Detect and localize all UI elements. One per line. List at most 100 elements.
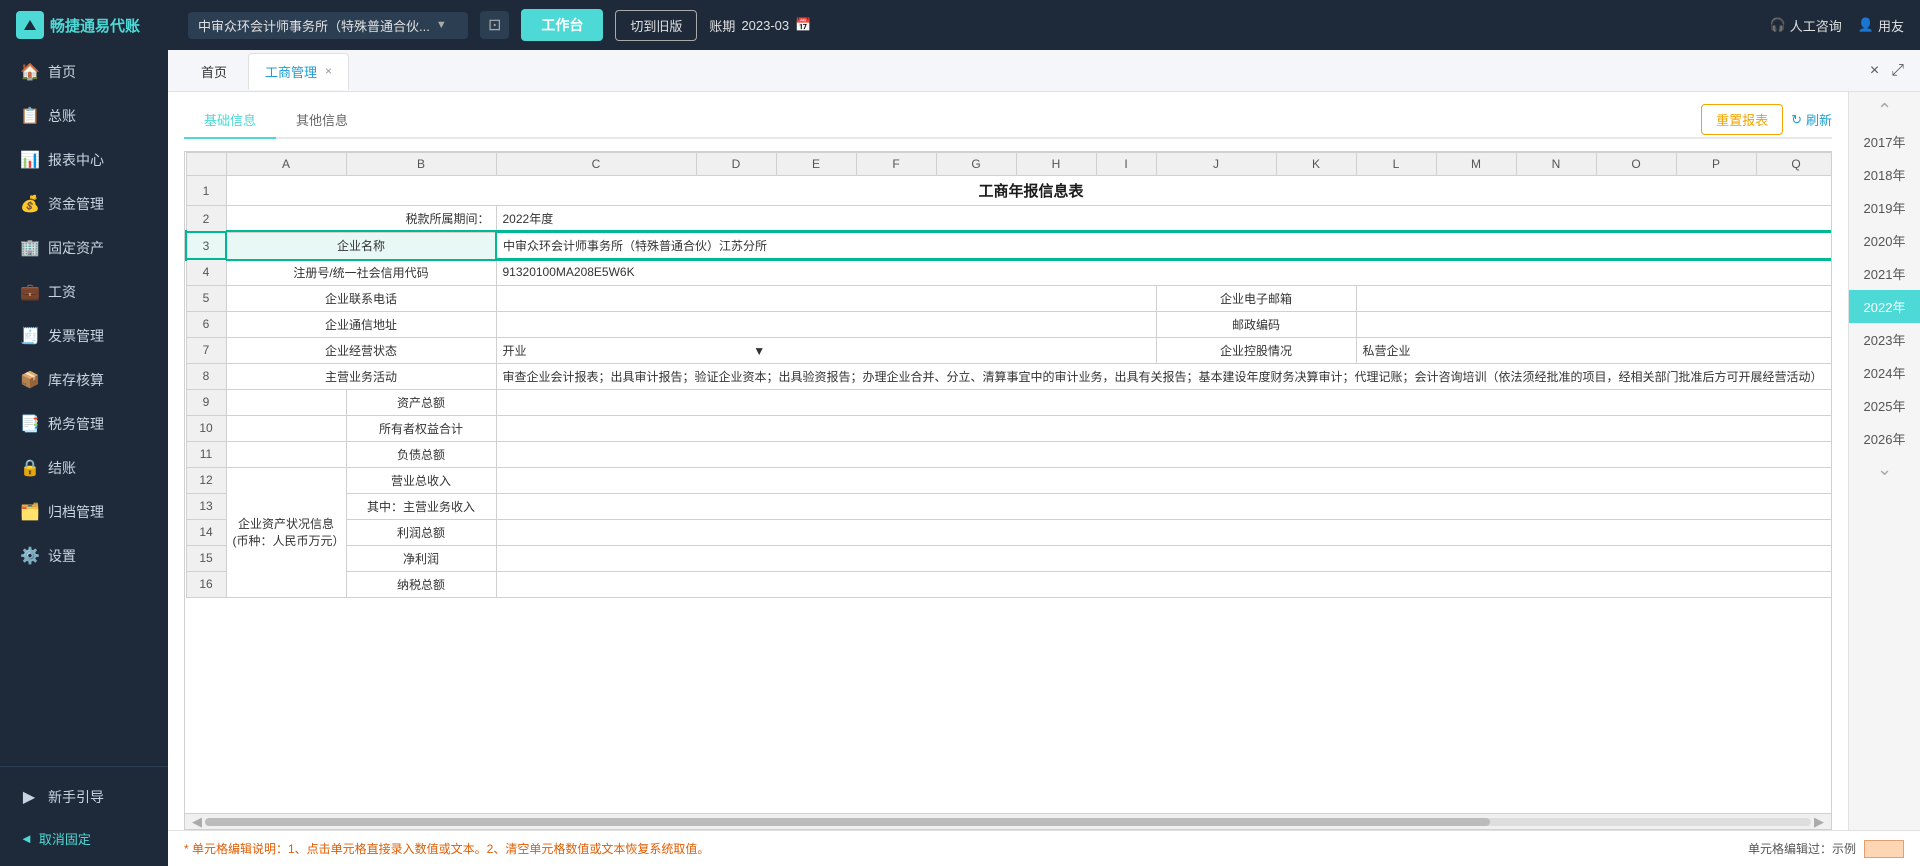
- scrollbar-thumb[interactable]: [205, 818, 1490, 826]
- bottom-bar-right: 单元格编辑过：示例: [1748, 840, 1904, 858]
- scroll-left-arrow[interactable]: ◀: [189, 814, 205, 830]
- liabilities-cell[interactable]: [496, 441, 1831, 467]
- company-name-cell[interactable]: 中审众环会计师事务所（特殊普通合伙）江苏分所: [496, 232, 1831, 259]
- status-cell[interactable]: 开业 ▼: [496, 337, 1156, 363]
- table-row: 4 注册号/统一社会信用代码 91320100MA208E5W6K: [186, 259, 1831, 285]
- business-cell[interactable]: 审查企业会计报表；出具审计报告；验证企业资本；出具验资报告；办理企业合并、分立、…: [496, 363, 1831, 389]
- refresh-button[interactable]: ↻ 刷新: [1791, 110, 1832, 129]
- address-cell[interactable]: [496, 311, 1156, 337]
- year-item-2026[interactable]: 2026年: [1849, 422, 1920, 455]
- scrollbar-track[interactable]: [205, 818, 1811, 826]
- sidebar-label-archive: 归档管理: [48, 502, 104, 522]
- table-row: 10 所有者权益合计: [186, 415, 1831, 441]
- workbench-button[interactable]: 工作台: [521, 9, 603, 41]
- sidebar-item-fixed-assets[interactable]: 🏢 固定资产: [0, 226, 168, 270]
- assets-group-label: 企业资产状况信息(币种：人民币万元）: [226, 467, 346, 597]
- year-item-2023[interactable]: 2023年: [1849, 323, 1920, 356]
- total-tax-cell[interactable]: [496, 571, 1831, 597]
- net-profit-cell[interactable]: [496, 545, 1831, 571]
- col-header-c: C: [496, 153, 696, 176]
- period-value-cell[interactable]: 2022年度: [496, 206, 1831, 233]
- total-assets-label: 资产总额: [346, 389, 496, 415]
- pin-label: 取消固定: [39, 829, 91, 848]
- calendar-icon[interactable]: 📅: [795, 17, 811, 33]
- year-item-2022[interactable]: 2022年: [1849, 290, 1920, 323]
- table-row: 14 利润总额: [186, 519, 1831, 545]
- sidebar-label-tax: 税务管理: [48, 414, 104, 434]
- service-button[interactable]: 🎧 人工咨询: [1770, 16, 1842, 35]
- equity-cell[interactable]: [496, 415, 1831, 441]
- pin-icon: ◄: [20, 831, 33, 846]
- sidebar-item-capital[interactable]: 💰 资金管理: [0, 182, 168, 226]
- sidebar-item-payroll[interactable]: 💼 工资: [0, 270, 168, 314]
- revenue-cell[interactable]: [496, 467, 1831, 493]
- panel-down-arrow[interactable]: ⌄: [1877, 455, 1892, 484]
- table-row: 15 净利润: [186, 545, 1831, 571]
- window-close-button[interactable]: ×: [1870, 62, 1879, 80]
- year-item-2025[interactable]: 2025年: [1849, 389, 1920, 422]
- liabilities-group-empty: [226, 441, 346, 467]
- user-area[interactable]: 👤 用友: [1858, 16, 1904, 35]
- table-title-cell[interactable]: 工商年报信息表: [226, 176, 1831, 206]
- sidebar-item-archive[interactable]: 🗂️ 归档管理: [0, 490, 168, 534]
- sidebar-pin-button[interactable]: ◄ 取消固定: [0, 819, 168, 858]
- sub-tab-basic[interactable]: 基础信息: [184, 102, 276, 139]
- old-version-button[interactable]: 切到旧版: [615, 10, 697, 41]
- sidebar-item-close[interactable]: 🔒 结账: [0, 446, 168, 490]
- sub-tabs: 基础信息 其他信息: [184, 102, 1832, 139]
- sidebar-item-inventory[interactable]: 📦 库存核算: [0, 358, 168, 402]
- total-profit-cell[interactable]: [496, 519, 1831, 545]
- company-selector[interactable]: 中审众环会计师事务所（特殊普通合伙... ▼: [188, 12, 468, 39]
- reset-button[interactable]: 重置报表: [1701, 104, 1783, 135]
- top-right-area: 🎧 人工咨询 👤 用友: [1770, 16, 1904, 35]
- sub-tab-other[interactable]: 其他信息: [276, 102, 368, 139]
- year-item-2018[interactable]: 2018年: [1849, 158, 1920, 191]
- holding-cell[interactable]: 私营企业: [1356, 337, 1831, 363]
- sidebar-item-new-user[interactable]: ▶ 新手引导: [0, 775, 168, 819]
- sidebar-item-home[interactable]: 🏠 首页: [0, 50, 168, 94]
- net-profit-label: 净利润: [346, 545, 496, 571]
- row-header-4: 4: [186, 259, 226, 285]
- year-item-2024[interactable]: 2024年: [1849, 356, 1920, 389]
- user-icon: 👤: [1858, 17, 1874, 33]
- sidebar-label-settings: 设置: [48, 546, 76, 566]
- phone-cell[interactable]: [496, 285, 1156, 311]
- table-row: 3 企业名称 中审众环会计师事务所（特殊普通合伙）江苏分所: [186, 232, 1831, 259]
- panel-up-arrow[interactable]: ⌃: [1877, 96, 1892, 125]
- revenue-label: 营业总收入: [346, 467, 496, 493]
- year-item-2019[interactable]: 2019年: [1849, 191, 1920, 224]
- email-cell[interactable]: [1356, 285, 1831, 311]
- window-expand-button[interactable]: ⤢: [1891, 62, 1904, 80]
- edited-label: 单元格编辑过：示例: [1748, 840, 1856, 857]
- year-item-2020[interactable]: 2020年: [1849, 224, 1920, 257]
- logo-text: 畅捷通易代账: [50, 15, 140, 36]
- postal-cell[interactable]: [1356, 311, 1831, 337]
- company-dropdown-arrow: ▼: [436, 19, 447, 31]
- sidebar-item-settings[interactable]: ⚙️ 设置: [0, 534, 168, 578]
- tab-active[interactable]: 工商管理 ×: [248, 53, 349, 90]
- tab-home[interactable]: 首页: [184, 53, 244, 89]
- scroll-right-arrow[interactable]: ▶: [1811, 814, 1827, 830]
- example-color-box: [1864, 840, 1904, 858]
- sidebar-item-tax[interactable]: 📑 税务管理: [0, 402, 168, 446]
- copy-button[interactable]: ⊡: [480, 11, 509, 39]
- sidebar-label-reports: 报表中心: [48, 150, 104, 170]
- reg-code-cell[interactable]: 91320100MA208E5W6K: [496, 259, 1831, 285]
- row-header-15: 15: [186, 545, 226, 571]
- spreadsheet-container[interactable]: A B C D E F G H I: [185, 152, 1831, 813]
- tab-close-icon[interactable]: ×: [325, 64, 332, 78]
- sidebar-item-ledger[interactable]: 📋 总账: [0, 94, 168, 138]
- sidebar-item-reports[interactable]: 📊 报表中心: [0, 138, 168, 182]
- year-item-2021[interactable]: 2021年: [1849, 257, 1920, 290]
- main-content: 基础信息 其他信息 重置报表 ↻ 刷新: [168, 92, 1848, 830]
- sidebar-label-invoice: 发票管理: [48, 326, 104, 346]
- horizontal-scrollbar[interactable]: ◀ ▶: [185, 813, 1831, 829]
- year-item-2017[interactable]: 2017年: [1849, 125, 1920, 158]
- main-revenue-cell[interactable]: [496, 493, 1831, 519]
- sub-tab-other-label: 其他信息: [296, 113, 348, 128]
- sub-tab-basic-label: 基础信息: [204, 113, 256, 128]
- row-header-7: 7: [186, 337, 226, 363]
- col-header-n: N: [1516, 153, 1596, 176]
- sidebar-item-invoice[interactable]: 🧾 发票管理: [0, 314, 168, 358]
- total-assets-cell[interactable]: [496, 389, 1831, 415]
